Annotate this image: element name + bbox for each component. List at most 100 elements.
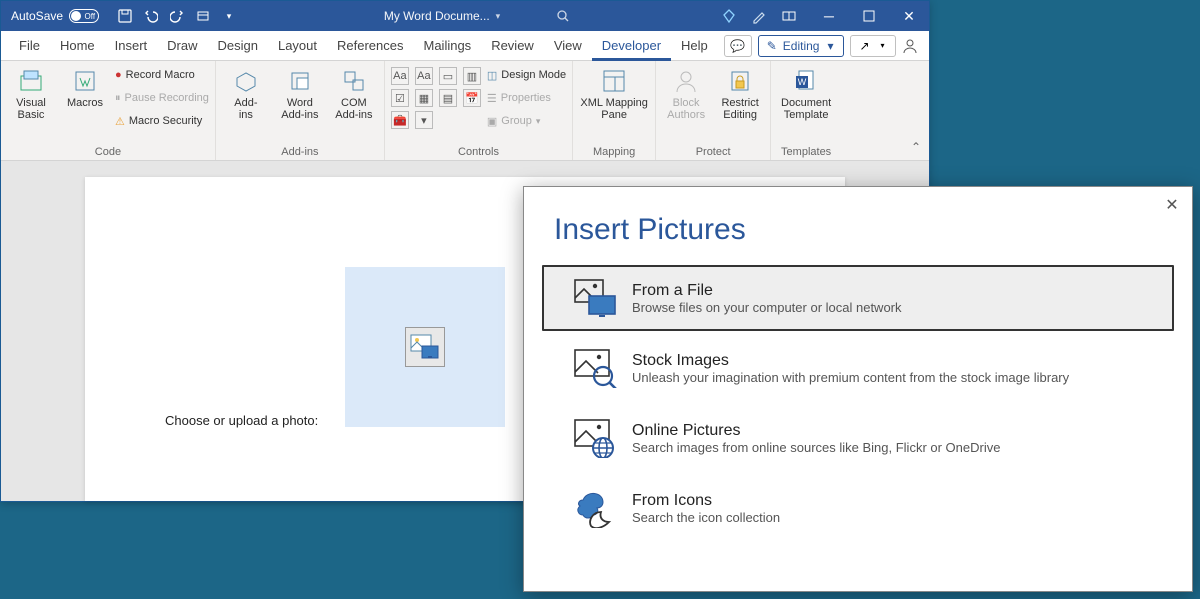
- xml-mapping-pane-button[interactable]: XML Mapping Pane: [579, 65, 649, 121]
- search-icon[interactable]: [556, 9, 570, 23]
- from-icons-icon: [572, 487, 618, 529]
- option-desc: Search images from online sources like B…: [632, 440, 1000, 455]
- tab-references[interactable]: References: [327, 31, 413, 61]
- record-macro-button[interactable]: ●Record Macro: [115, 65, 209, 85]
- properties-button[interactable]: ☰Properties: [487, 88, 566, 108]
- tab-help[interactable]: Help: [671, 31, 718, 61]
- tab-design[interactable]: Design: [208, 31, 268, 61]
- option-title: Online Pictures: [632, 422, 1000, 440]
- design-mode-icon: ◫: [487, 69, 497, 82]
- option-title: From Icons: [632, 492, 780, 510]
- pencil-icon[interactable]: [751, 8, 767, 24]
- tab-developer[interactable]: Developer: [592, 31, 671, 61]
- picture-content-control[interactable]: [345, 267, 505, 427]
- document-template-button[interactable]: WDocument Template: [777, 65, 835, 121]
- ribbon-tabs: File Home Insert Draw Design Layout Refe…: [1, 31, 929, 61]
- design-mode-button[interactable]: ◫Design Mode: [487, 65, 566, 85]
- addins-icon: [232, 67, 260, 95]
- svg-text:W: W: [798, 77, 807, 87]
- tab-mailings[interactable]: Mailings: [414, 31, 482, 61]
- richtext-control-icon[interactable]: Aa: [391, 67, 409, 85]
- content-controls-gallery[interactable]: Aa Aa ▭ ▥ ☑ ▦ ▤ 📅: [391, 65, 481, 107]
- ribbon-group-addins: Add- ins Word Add-ins COM Add-ins Add-in…: [216, 61, 385, 160]
- ribbon-group-code: Visual Basic Macros ●Record Macro ⏸Pause…: [1, 61, 216, 160]
- option-from-icons[interactable]: From IconsSearch the icon collection: [542, 475, 1174, 541]
- chevron-down-icon[interactable]: ▾: [496, 11, 501, 22]
- pause-icon: ⏸: [115, 92, 121, 105]
- share-icon: ↗: [857, 39, 871, 53]
- dropdown-control-icon[interactable]: ▤: [439, 89, 457, 107]
- ribbon-group-controls: Aa Aa ▭ ▥ ☑ ▦ ▤ 📅 🧰 ▾ ◫Design: [385, 61, 573, 160]
- buildingblock-control-icon[interactable]: ▥: [463, 67, 481, 85]
- dialog-close-button[interactable]: ✕: [1160, 193, 1184, 217]
- picture-control-icon[interactable]: ▭: [439, 67, 457, 85]
- option-desc: Browse files on your computer or local n…: [632, 300, 902, 315]
- option-stock-images[interactable]: Stock ImagesUnleash your imagination wit…: [542, 335, 1174, 401]
- stock-images-icon: [572, 347, 618, 389]
- chevron-down-icon: ▾: [536, 116, 541, 127]
- group-button[interactable]: ▣Group▾: [487, 111, 566, 131]
- word-addins-button[interactable]: Word Add-ins: [276, 65, 324, 121]
- datepicker-control-icon[interactable]: 📅: [463, 89, 481, 107]
- dialog-title: Insert Pictures: [524, 187, 1192, 261]
- share-button[interactable]: ↗▾: [850, 35, 896, 57]
- diamond-icon[interactable]: [721, 8, 737, 24]
- maximize-button[interactable]: [849, 1, 889, 31]
- picture-placeholder-icon: [405, 327, 445, 367]
- online-pictures-icon: [572, 417, 618, 459]
- com-addins-button[interactable]: COM Add-ins: [330, 65, 378, 121]
- plaintext-control-icon[interactable]: Aa: [415, 67, 433, 85]
- comments-button[interactable]: 💬: [724, 35, 752, 57]
- redo-icon[interactable]: [169, 8, 185, 24]
- checkbox-control-icon[interactable]: ☑: [391, 89, 409, 107]
- from-file-icon: [572, 277, 618, 319]
- combobox-control-icon[interactable]: ▦: [415, 89, 433, 107]
- tab-layout[interactable]: Layout: [268, 31, 327, 61]
- visual-basic-icon: [17, 67, 45, 95]
- tab-review[interactable]: Review: [481, 31, 544, 61]
- pause-recording-button[interactable]: ⏸Pause Recording: [115, 88, 209, 108]
- restrict-editing-button[interactable]: Restrict Editing: [716, 65, 764, 121]
- tab-insert[interactable]: Insert: [105, 31, 158, 61]
- document-title: My Word Docume... ▾: [245, 9, 709, 23]
- minimize-button[interactable]: ─: [809, 1, 849, 31]
- window-mode-icon[interactable]: [781, 8, 797, 24]
- tab-home[interactable]: Home: [50, 31, 105, 61]
- autosave-toggle[interactable]: AutoSave Off: [1, 9, 109, 23]
- undo-icon[interactable]: [143, 8, 159, 24]
- title-bar: AutoSave Off ▾ My Word Docume... ▾ ─ ✕: [1, 1, 929, 31]
- block-authors-button[interactable]: Block Authors: [662, 65, 710, 121]
- macro-security-button[interactable]: ⚠Macro Security: [115, 111, 209, 131]
- quick-access-toolbar: ▾: [109, 8, 245, 24]
- group-icon: ▣: [487, 115, 497, 128]
- save-icon[interactable]: [117, 8, 133, 24]
- lock-icon: [726, 67, 754, 95]
- ribbon-developer: Visual Basic Macros ●Record Macro ⏸Pause…: [1, 61, 929, 161]
- option-desc: Unleash your imagination with premium co…: [632, 370, 1069, 385]
- ribbon-group-mapping: XML Mapping Pane Mapping: [573, 61, 656, 160]
- photo-prompt-label: Choose or upload a photo:: [165, 413, 318, 428]
- option-from-a-file[interactable]: From a FileBrowse files on your computer…: [542, 265, 1174, 331]
- option-title: From a File: [632, 282, 902, 300]
- tab-view[interactable]: View: [544, 31, 592, 61]
- close-button[interactable]: ✕: [889, 1, 929, 31]
- collapse-ribbon-icon[interactable]: ⌃: [911, 140, 921, 154]
- account-button[interactable]: [896, 31, 924, 61]
- legacy-tools-icon[interactable]: 🧰: [391, 111, 409, 129]
- document-template-icon: W: [792, 67, 820, 95]
- repeating-section-icon[interactable]: ▾: [415, 111, 433, 129]
- addins-button[interactable]: Add- ins: [222, 65, 270, 121]
- visual-basic-button[interactable]: Visual Basic: [7, 65, 55, 131]
- editing-mode-button[interactable]: ✎Editing▾: [758, 35, 845, 57]
- tab-file[interactable]: File: [9, 31, 50, 61]
- toggle-switch-icon[interactable]: Off: [69, 9, 99, 23]
- option-online-pictures[interactable]: Online PicturesSearch images from online…: [542, 405, 1174, 471]
- qat-customize-icon[interactable]: [195, 8, 211, 24]
- window-controls: ─ ✕: [809, 1, 929, 31]
- option-title: Stock Images: [632, 352, 1069, 370]
- xml-pane-icon: [600, 67, 628, 95]
- tab-draw[interactable]: Draw: [157, 31, 207, 61]
- macros-button[interactable]: Macros: [61, 65, 109, 131]
- pencil-icon: ✎: [765, 39, 779, 53]
- chevron-down-icon[interactable]: ▾: [221, 8, 237, 24]
